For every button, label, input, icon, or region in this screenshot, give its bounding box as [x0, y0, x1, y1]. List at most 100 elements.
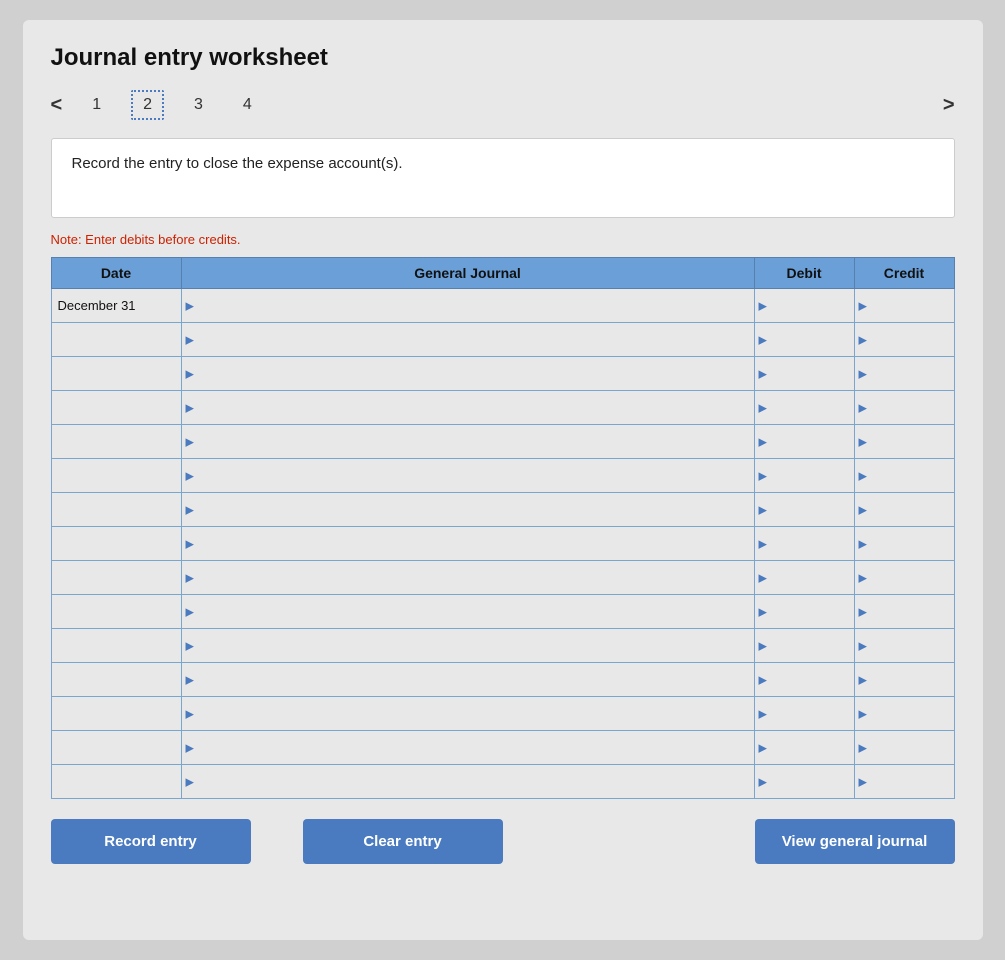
journal-input-5[interactable]: [182, 469, 754, 484]
credit-input-0[interactable]: [855, 299, 954, 314]
date-cell-1[interactable]: [51, 323, 181, 357]
debit-input-5[interactable]: [755, 469, 854, 484]
debit-input-14[interactable]: [755, 775, 854, 790]
date-cell-0[interactable]: December 31: [51, 289, 181, 323]
credit-input-5[interactable]: [855, 469, 954, 484]
debit-cell-14[interactable]: ▶: [754, 765, 854, 799]
debit-cell-9[interactable]: ▶: [754, 595, 854, 629]
date-cell-8[interactable]: [51, 561, 181, 595]
credit-input-1[interactable]: [855, 333, 954, 348]
date-cell-13[interactable]: [51, 731, 181, 765]
journal-input-7[interactable]: [182, 537, 754, 552]
debit-cell-4[interactable]: ▶: [754, 425, 854, 459]
journal-input-2[interactable]: [182, 367, 754, 382]
journal-input-4[interactable]: [182, 435, 754, 450]
debit-cell-10[interactable]: ▶: [754, 629, 854, 663]
credit-input-10[interactable]: [855, 639, 954, 654]
credit-input-3[interactable]: [855, 401, 954, 416]
journal-cell-1[interactable]: ▶: [181, 323, 754, 357]
credit-cell-10[interactable]: ▶: [854, 629, 954, 663]
debit-cell-0[interactable]: ▶: [754, 289, 854, 323]
journal-cell-3[interactable]: ▶: [181, 391, 754, 425]
journal-cell-12[interactable]: ▶: [181, 697, 754, 731]
clear-entry-button[interactable]: Clear entry: [303, 819, 503, 864]
debit-input-4[interactable]: [755, 435, 854, 450]
credit-cell-12[interactable]: ▶: [854, 697, 954, 731]
date-cell-6[interactable]: [51, 493, 181, 527]
credit-cell-2[interactable]: ▶: [854, 357, 954, 391]
credit-input-14[interactable]: [855, 775, 954, 790]
next-arrow[interactable]: >: [943, 94, 955, 117]
debit-cell-11[interactable]: ▶: [754, 663, 854, 697]
debit-cell-7[interactable]: ▶: [754, 527, 854, 561]
journal-cell-9[interactable]: ▶: [181, 595, 754, 629]
credit-cell-14[interactable]: ▶: [854, 765, 954, 799]
debit-cell-1[interactable]: ▶: [754, 323, 854, 357]
journal-input-14[interactable]: [182, 775, 754, 790]
date-cell-3[interactable]: [51, 391, 181, 425]
journal-input-11[interactable]: [182, 673, 754, 688]
journal-cell-10[interactable]: ▶: [181, 629, 754, 663]
journal-cell-4[interactable]: ▶: [181, 425, 754, 459]
credit-input-2[interactable]: [855, 367, 954, 382]
debit-input-10[interactable]: [755, 639, 854, 654]
date-cell-9[interactable]: [51, 595, 181, 629]
credit-cell-9[interactable]: ▶: [854, 595, 954, 629]
credit-cell-0[interactable]: ▶: [854, 289, 954, 323]
credit-input-6[interactable]: [855, 503, 954, 518]
journal-input-13[interactable]: [182, 741, 754, 756]
date-cell-4[interactable]: [51, 425, 181, 459]
credit-cell-1[interactable]: ▶: [854, 323, 954, 357]
debit-cell-12[interactable]: ▶: [754, 697, 854, 731]
debit-cell-3[interactable]: ▶: [754, 391, 854, 425]
debit-input-2[interactable]: [755, 367, 854, 382]
credit-cell-6[interactable]: ▶: [854, 493, 954, 527]
tab-2[interactable]: 2: [131, 90, 164, 120]
journal-cell-13[interactable]: ▶: [181, 731, 754, 765]
debit-input-13[interactable]: [755, 741, 854, 756]
credit-input-8[interactable]: [855, 571, 954, 586]
journal-input-1[interactable]: [182, 333, 754, 348]
credit-cell-4[interactable]: ▶: [854, 425, 954, 459]
date-cell-7[interactable]: [51, 527, 181, 561]
journal-cell-0[interactable]: ▶: [181, 289, 754, 323]
date-cell-10[interactable]: [51, 629, 181, 663]
journal-input-3[interactable]: [182, 401, 754, 416]
credit-cell-8[interactable]: ▶: [854, 561, 954, 595]
debit-cell-6[interactable]: ▶: [754, 493, 854, 527]
journal-cell-2[interactable]: ▶: [181, 357, 754, 391]
credit-cell-11[interactable]: ▶: [854, 663, 954, 697]
credit-cell-7[interactable]: ▶: [854, 527, 954, 561]
journal-input-6[interactable]: [182, 503, 754, 518]
tab-4[interactable]: 4: [233, 92, 262, 118]
debit-input-9[interactable]: [755, 605, 854, 620]
journal-input-10[interactable]: [182, 639, 754, 654]
debit-input-0[interactable]: [755, 299, 854, 314]
date-cell-2[interactable]: [51, 357, 181, 391]
credit-cell-3[interactable]: ▶: [854, 391, 954, 425]
credit-cell-13[interactable]: ▶: [854, 731, 954, 765]
journal-input-12[interactable]: [182, 707, 754, 722]
debit-input-3[interactable]: [755, 401, 854, 416]
debit-cell-2[interactable]: ▶: [754, 357, 854, 391]
date-cell-14[interactable]: [51, 765, 181, 799]
journal-cell-5[interactable]: ▶: [181, 459, 754, 493]
prev-arrow[interactable]: <: [51, 94, 63, 117]
credit-input-12[interactable]: [855, 707, 954, 722]
debit-input-8[interactable]: [755, 571, 854, 586]
debit-input-1[interactable]: [755, 333, 854, 348]
date-cell-5[interactable]: [51, 459, 181, 493]
tab-3[interactable]: 3: [184, 92, 213, 118]
date-cell-12[interactable]: [51, 697, 181, 731]
journal-cell-11[interactable]: ▶: [181, 663, 754, 697]
debit-cell-5[interactable]: ▶: [754, 459, 854, 493]
journal-cell-14[interactable]: ▶: [181, 765, 754, 799]
credit-input-13[interactable]: [855, 741, 954, 756]
credit-cell-5[interactable]: ▶: [854, 459, 954, 493]
credit-input-4[interactable]: [855, 435, 954, 450]
journal-input-9[interactable]: [182, 605, 754, 620]
journal-input-0[interactable]: [182, 299, 754, 314]
view-general-journal-button[interactable]: View general journal: [755, 819, 955, 864]
journal-cell-7[interactable]: ▶: [181, 527, 754, 561]
journal-cell-6[interactable]: ▶: [181, 493, 754, 527]
